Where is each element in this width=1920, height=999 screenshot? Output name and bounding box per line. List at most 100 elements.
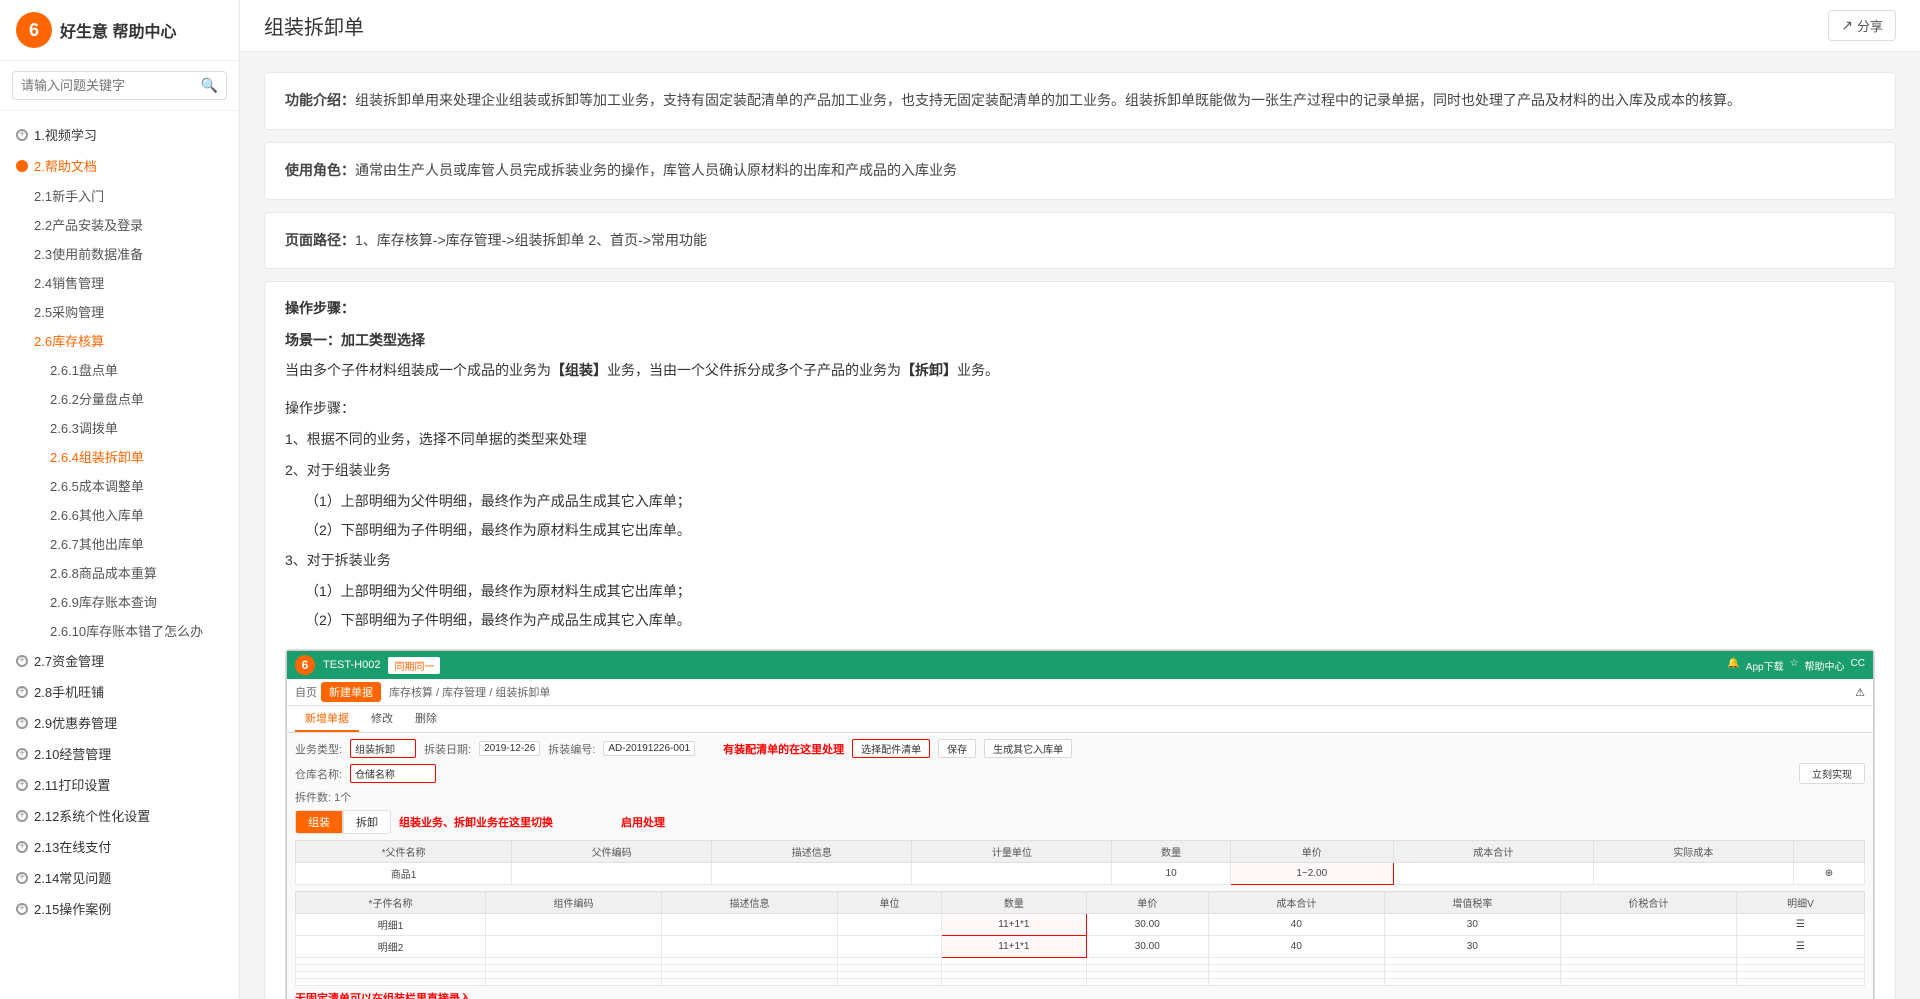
sim-ltd-unit1 xyxy=(837,914,941,936)
sidebar-item-1[interactable]: + 1.视频学习 xyxy=(0,119,239,150)
sidebar-item-2-2[interactable]: 2.2产品安装及登录 xyxy=(0,210,239,239)
steps-container: 操作步骤： 场景一：加工类型选择 当由多个子件材料组装成一个成品的业务为【组装】… xyxy=(264,281,1896,999)
sim-form-area: 业务类型: 组装拆卸 拆装日期: 2019-12-26 拆装编号: AD-201… xyxy=(287,733,1873,999)
sim-td-actual-cost xyxy=(1593,863,1793,885)
sidebar-label-2-12: 2.12系统个性化设置 xyxy=(34,806,150,825)
sim-ltd-detail1: ☰ xyxy=(1736,914,1864,936)
sidebar-item-2-6-2[interactable]: 2.6.2分量盘点单 xyxy=(0,384,239,413)
sidebar-item-2-8[interactable]: + 2.8手机旺铺 xyxy=(0,676,239,707)
search-input[interactable] xyxy=(21,78,201,93)
content-area: 功能介绍：组装拆卸单用来处理企业组装或拆卸等加工业务，支持有固定装配清单的产品加… xyxy=(240,52,1920,999)
scene1-title: 场景一：加工类型选择 xyxy=(285,330,1875,350)
sim-type-switch-row: 组装 拆卸 组装业务、拆卸业务在这里切换 启用处理 xyxy=(295,810,1865,834)
sidebar-item-2-3[interactable]: 2.3使用前数据准备 xyxy=(0,239,239,268)
sidebar-item-2-7[interactable]: + 2.7资金管理 xyxy=(0,645,239,676)
screenshot-area: 6 TEST-H002 同期同一 🔔App下载☆帮助中心CC 自页 新建单据 库… xyxy=(285,649,1875,999)
search-icon[interactable]: 🔍 xyxy=(201,77,218,94)
sidebar-item-2-10[interactable]: + 2.10经营管理 xyxy=(0,738,239,769)
sidebar-label-2-14: 2.14常见问题 xyxy=(34,868,111,887)
sim-warehouse-value[interactable]: 仓储名称 xyxy=(350,764,436,783)
sim-type-value[interactable]: 组装拆卸 xyxy=(350,739,416,758)
sidebar-item-2-12[interactable]: + 2.12系统个性化设置 xyxy=(0,800,239,831)
sim-td-cost-total xyxy=(1393,863,1593,885)
sidebar-item-2-6-4[interactable]: 2.6.4组装拆卸单 xyxy=(0,442,239,471)
sidebar-item-2-5[interactable]: 2.5采购管理 xyxy=(0,297,239,326)
sidebar-item-2-6-8[interactable]: 2.6.8商品成本重算 xyxy=(0,558,239,587)
step3-sub2: （2）下部明细为子件明细，最终作为产成品生成其它入库单。 xyxy=(285,608,1875,633)
ops-title: 操作步骤： xyxy=(285,298,1875,318)
sidebar-item-2-4[interactable]: 2.4销售管理 xyxy=(0,268,239,297)
expand-icon-2 xyxy=(16,160,28,172)
sim-lth-tax: 增值税率 xyxy=(1384,892,1560,914)
share-label: 分享 xyxy=(1857,16,1883,35)
sim-ltd-taxtotal2 xyxy=(1560,936,1736,958)
annotation4-area: 无固定清单可以在组装栏里直接录入 xyxy=(295,990,1865,999)
sidebar-label-2-7: 2.7资金管理 xyxy=(34,651,104,670)
sidebar-item-2-6-6[interactable]: 2.6.6其他入库单 xyxy=(0,500,239,529)
sidebar-item-2-15[interactable]: + 2.15操作案例 xyxy=(0,893,239,924)
sim-nav-new[interactable]: 新建单据 xyxy=(321,682,381,702)
sidebar-item-2-6-5[interactable]: 2.6.5成本调整单 xyxy=(0,471,239,500)
func-intro-card: 功能介绍：组装拆卸单用来处理企业组装或拆卸等加工业务，支持有固定装配清单的产品加… xyxy=(264,72,1896,130)
sim-ltd-unit2 xyxy=(837,936,941,958)
expand-icon-2-11: + xyxy=(16,779,28,791)
step-list: 操作步骤： 1、根据不同的业务，选择不同单据的类型来处理 2、对于组装业务 （1… xyxy=(285,396,1875,634)
logo-text: 好生意 帮助中心 xyxy=(60,18,176,42)
path-label: 页面路径： xyxy=(285,232,355,248)
sidebar-item-2-6-1[interactable]: 2.6.1盘点单 xyxy=(0,355,239,384)
sim-id-label: 拆装编号: xyxy=(548,741,595,757)
sim-th-unit: 计量单位 xyxy=(912,841,1112,863)
sim-ltd-name1: 明细1 xyxy=(296,914,486,936)
sim-btn-confirm[interactable]: 生成其它入库单 xyxy=(984,739,1072,758)
sim-topbar-id: TEST-H002 xyxy=(323,659,380,671)
sidebar-item-2-6[interactable]: 2.6库存核算 xyxy=(0,326,239,355)
sidebar-item-2-6-3[interactable]: 2.6.3调拨单 xyxy=(0,413,239,442)
sim-td-qty: 10 xyxy=(1112,863,1230,885)
nav-tree: + 1.视频学习 2.帮助文档 2.1新手入门 2.2产品安装及登录 2.3使用… xyxy=(0,111,239,999)
sim-th-parent-code: 父件编码 xyxy=(512,841,712,863)
sim-ltd-taxtotal1 xyxy=(1560,914,1736,936)
sim-tab-assembly[interactable]: 组装 xyxy=(295,810,343,834)
sim-th-ops xyxy=(1793,841,1864,863)
sim-apply-btn[interactable]: 立刻实现 xyxy=(1799,763,1865,784)
sidebar-label-1: 1.视频学习 xyxy=(34,125,97,144)
table-row: 明细2 11+1*1 30.00 40 30 ☰ xyxy=(296,936,1865,958)
sim-tab-disassembly[interactable]: 拆卸 xyxy=(343,810,391,834)
sidebar-item-2-9[interactable]: + 2.9优惠券管理 xyxy=(0,707,239,738)
sidebar-item-2-14[interactable]: + 2.14常见问题 xyxy=(0,862,239,893)
sidebar-item-2[interactable]: 2.帮助文档 xyxy=(0,150,239,181)
logo-icon: 6 xyxy=(16,12,52,48)
sim-ltd-cost1: 40 xyxy=(1208,914,1384,936)
sim-btn-save[interactable]: 保存 xyxy=(938,739,976,758)
sim-ltd-code1 xyxy=(486,914,662,936)
annotation1: 有装配清单的在这里处理 xyxy=(723,741,844,757)
sim-logo: 6 xyxy=(295,655,315,675)
sidebar-label-2: 2.帮助文档 xyxy=(34,156,97,175)
sim-btn-config[interactable]: 选择配件清单 xyxy=(852,739,930,758)
sidebar-item-2-6-7[interactable]: 2.6.7其他出库单 xyxy=(0,529,239,558)
sidebar-item-2-6-9[interactable]: 2.6.9库存账本查询 xyxy=(0,587,239,616)
sim-lth-child-code: 组件编码 xyxy=(486,892,662,914)
sim-ltd-tax2: 30 xyxy=(1384,936,1560,958)
sidebar-item-2-6-10[interactable]: 2.6.10库存账本错了怎么办 xyxy=(0,616,239,645)
search-area: 🔍 xyxy=(0,61,239,111)
share-button[interactable]: ↗ 分享 xyxy=(1828,10,1896,41)
sim-tab-edit[interactable]: 修改 xyxy=(361,706,403,732)
sim-count-label: 拆件数: 1个 xyxy=(295,789,351,805)
sim-td-price: 1~2.00 xyxy=(1230,863,1393,885)
sidebar-label-2-11: 2.11打印设置 xyxy=(34,775,110,794)
sim-tab-new[interactable]: 新增单据 xyxy=(295,706,359,732)
page-title: 组装拆卸单 xyxy=(264,11,364,40)
sidebar-label-2-8: 2.8手机旺铺 xyxy=(34,682,104,701)
sim-tab-del[interactable]: 删除 xyxy=(405,706,447,732)
sidebar-item-2-1[interactable]: 2.1新手入门 xyxy=(0,181,239,210)
sim-lth-child-name: *子件名称 xyxy=(296,892,486,914)
sidebar-item-2-13[interactable]: + 2.13在线支付 xyxy=(0,831,239,862)
sim-ltd-qty2: 11+1*1 xyxy=(942,936,1087,958)
func-intro-label: 功能介绍： xyxy=(285,92,355,108)
sim-lth-tax-total: 价税合计 xyxy=(1560,892,1736,914)
sidebar-item-2-11[interactable]: + 2.11打印设置 xyxy=(0,769,239,800)
step2-sub1: （1）上部明细为父件明细，最终作为产成品生成其它入库单； xyxy=(285,489,1875,514)
func-intro-text: 组装拆卸单用来处理企业组装或拆卸等加工业务，支持有固定装配清单的产品加工业务，也… xyxy=(355,92,1741,108)
expand-icon-2-7: + xyxy=(16,655,28,667)
